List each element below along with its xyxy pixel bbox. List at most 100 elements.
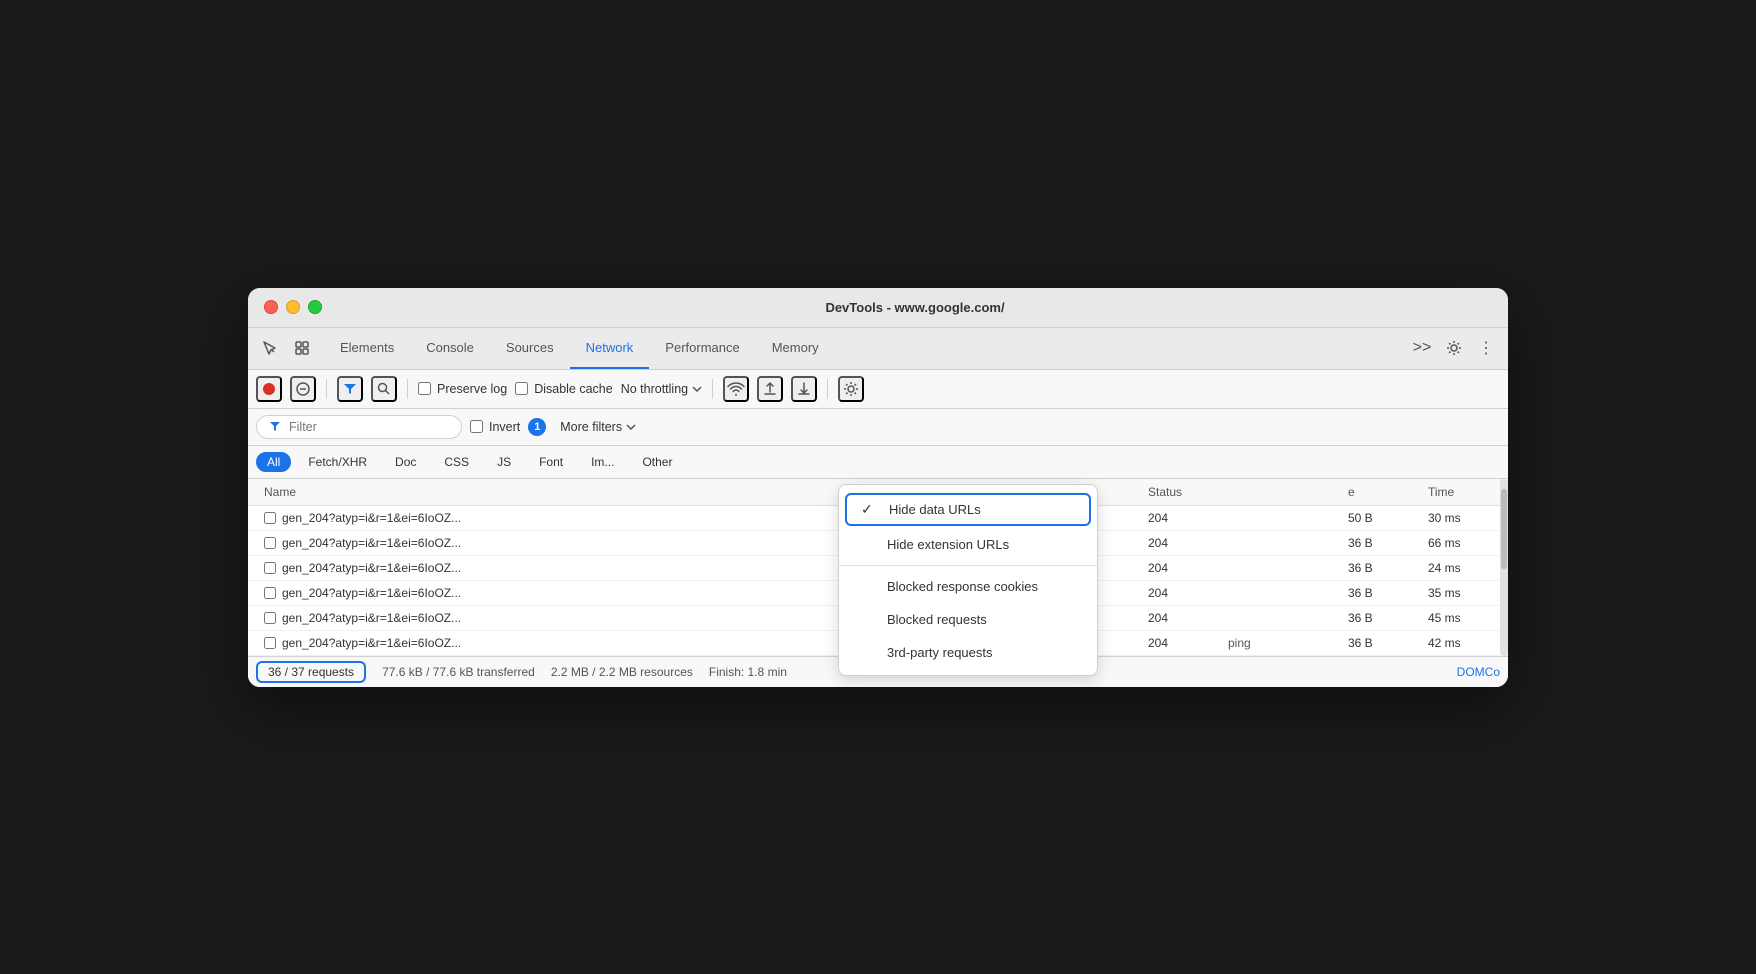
divider-3 — [712, 379, 713, 399]
row-type — [1220, 538, 1340, 548]
invert-label[interactable]: Invert — [470, 420, 520, 434]
overflow-tabs-button[interactable]: >> — [1408, 334, 1436, 362]
inspector-icon[interactable] — [288, 334, 316, 362]
invert-checkbox[interactable] — [470, 420, 483, 433]
row-size: 36 B — [1340, 581, 1420, 605]
dropdown-item-blocked-requests[interactable]: ✓ Blocked requests — [839, 603, 1097, 636]
filter-fetchxhr-button[interactable]: Fetch/XHR — [297, 452, 378, 472]
tab-items: Elements Console Sources Network Perform… — [324, 327, 1408, 369]
throttle-selector[interactable]: No throttling — [621, 382, 702, 396]
checkmark-icon: ✓ — [861, 501, 877, 518]
disable-cache-label[interactable]: Disable cache — [515, 382, 613, 396]
title-bar: DevTools - www.google.com/ — [248, 288, 1508, 328]
row-checkbox[interactable] — [264, 587, 276, 599]
row-checkbox[interactable] — [264, 537, 276, 549]
row-status: 204 — [1140, 506, 1220, 530]
row-time: 45 ms — [1420, 606, 1500, 630]
filter-all-button[interactable]: All — [256, 452, 291, 472]
filter-js-button[interactable]: JS — [486, 452, 522, 472]
header-status[interactable]: Status — [1140, 479, 1220, 505]
preserve-log-label[interactable]: Preserve log — [418, 382, 507, 396]
dropdown-item-hide-data-urls[interactable]: ✓ Hide data URLs — [845, 493, 1091, 526]
row-type — [1220, 588, 1340, 598]
finish-time: Finish: 1.8 min — [709, 665, 787, 679]
wifi-icon[interactable] — [723, 376, 749, 402]
row-type — [1220, 613, 1340, 623]
scrollbar-thumb[interactable] — [1501, 489, 1507, 569]
row-checkbox[interactable] — [264, 612, 276, 624]
row-type — [1220, 563, 1340, 573]
row-status: 204 — [1140, 581, 1220, 605]
divider-2 — [407, 379, 408, 399]
row-size: 50 B — [1340, 506, 1420, 530]
more-filters-dropdown: ✓ Hide data URLs ✓ Hide extension URLs ✓… — [838, 484, 1098, 676]
dropdown-divider-1 — [839, 565, 1097, 566]
disable-cache-checkbox[interactable] — [515, 382, 528, 395]
tab-performance[interactable]: Performance — [649, 327, 755, 369]
header-type[interactable] — [1220, 479, 1340, 505]
clear-button[interactable] — [290, 376, 316, 402]
row-size: 36 B — [1340, 631, 1420, 655]
close-button[interactable] — [264, 300, 278, 314]
row-time: 66 ms — [1420, 531, 1500, 555]
stop-recording-button[interactable] — [256, 376, 282, 402]
download-icon-button[interactable] — [791, 376, 817, 402]
tab-sources[interactable]: Sources — [490, 327, 570, 369]
maximize-button[interactable] — [308, 300, 322, 314]
more-filters-badge: 1 — [528, 418, 546, 436]
tab-icons — [256, 334, 316, 362]
filter-input-container[interactable] — [256, 415, 462, 439]
tab-bar: Elements Console Sources Network Perform… — [248, 328, 1508, 370]
scrollbar[interactable] — [1500, 479, 1508, 656]
requests-count: 36 / 37 requests — [256, 661, 366, 683]
row-checkbox[interactable] — [264, 637, 276, 649]
network-settings-button[interactable] — [838, 376, 864, 402]
dropdown-item-hide-extension-urls[interactable]: ✓ Hide extension URLs — [839, 528, 1097, 561]
more-menu-button[interactable]: ⋮ — [1472, 334, 1500, 362]
filter-bar: Invert 1 More filters — [248, 409, 1508, 446]
window-title: DevTools - www.google.com/ — [338, 300, 1492, 315]
cursor-icon[interactable] — [256, 334, 284, 362]
devtools-window: DevTools - www.google.com/ — [248, 288, 1508, 687]
filter-funnel-icon — [269, 421, 281, 433]
filter-other-button[interactable]: Other — [631, 452, 683, 472]
type-filter-bar: All Fetch/XHR Doc CSS JS Font Im... Othe… — [248, 446, 1508, 479]
row-status: 204 — [1140, 556, 1220, 580]
domco-link[interactable]: DOMCo — [1457, 665, 1500, 679]
tab-elements[interactable]: Elements — [324, 327, 410, 369]
divider-1 — [326, 379, 327, 399]
row-size: 36 B — [1340, 531, 1420, 555]
row-status: 204 — [1140, 631, 1220, 655]
upload-icon-button[interactable] — [757, 376, 783, 402]
devtools-settings-button[interactable] — [1440, 334, 1468, 362]
row-type: ping — [1220, 631, 1340, 655]
dropdown-item-blocked-cookies[interactable]: ✓ Blocked response cookies — [839, 570, 1097, 603]
search-button[interactable] — [371, 376, 397, 402]
header-size[interactable]: e — [1340, 479, 1420, 505]
header-time[interactable]: Time — [1420, 479, 1500, 505]
preserve-log-checkbox[interactable] — [418, 382, 431, 395]
dropdown-item-third-party[interactable]: ✓ 3rd-party requests — [839, 636, 1097, 669]
more-filters-button[interactable]: More filters — [550, 417, 646, 437]
traffic-lights — [264, 300, 322, 314]
filter-doc-button[interactable]: Doc — [384, 452, 427, 472]
filter-font-button[interactable]: Font — [528, 452, 574, 472]
row-checkbox[interactable] — [264, 512, 276, 524]
row-size: 36 B — [1340, 556, 1420, 580]
filter-input[interactable] — [289, 420, 449, 434]
row-time: 35 ms — [1420, 581, 1500, 605]
row-time: 30 ms — [1420, 506, 1500, 530]
filter-css-button[interactable]: CSS — [433, 452, 480, 472]
network-toolbar: Preserve log Disable cache No throttling — [248, 370, 1508, 409]
more-filters-container: 1 More filters — [528, 417, 646, 437]
minimize-button[interactable] — [286, 300, 300, 314]
tab-memory[interactable]: Memory — [756, 327, 835, 369]
tab-console[interactable]: Console — [410, 327, 490, 369]
tab-network[interactable]: Network — [570, 327, 650, 369]
filter-img-button[interactable]: Im... — [580, 452, 625, 472]
filter-icon-button[interactable] — [337, 376, 363, 402]
row-checkbox[interactable] — [264, 562, 276, 574]
devtools-body: Elements Console Sources Network Perform… — [248, 328, 1508, 687]
row-size: 36 B — [1340, 606, 1420, 630]
divider-4 — [827, 379, 828, 399]
